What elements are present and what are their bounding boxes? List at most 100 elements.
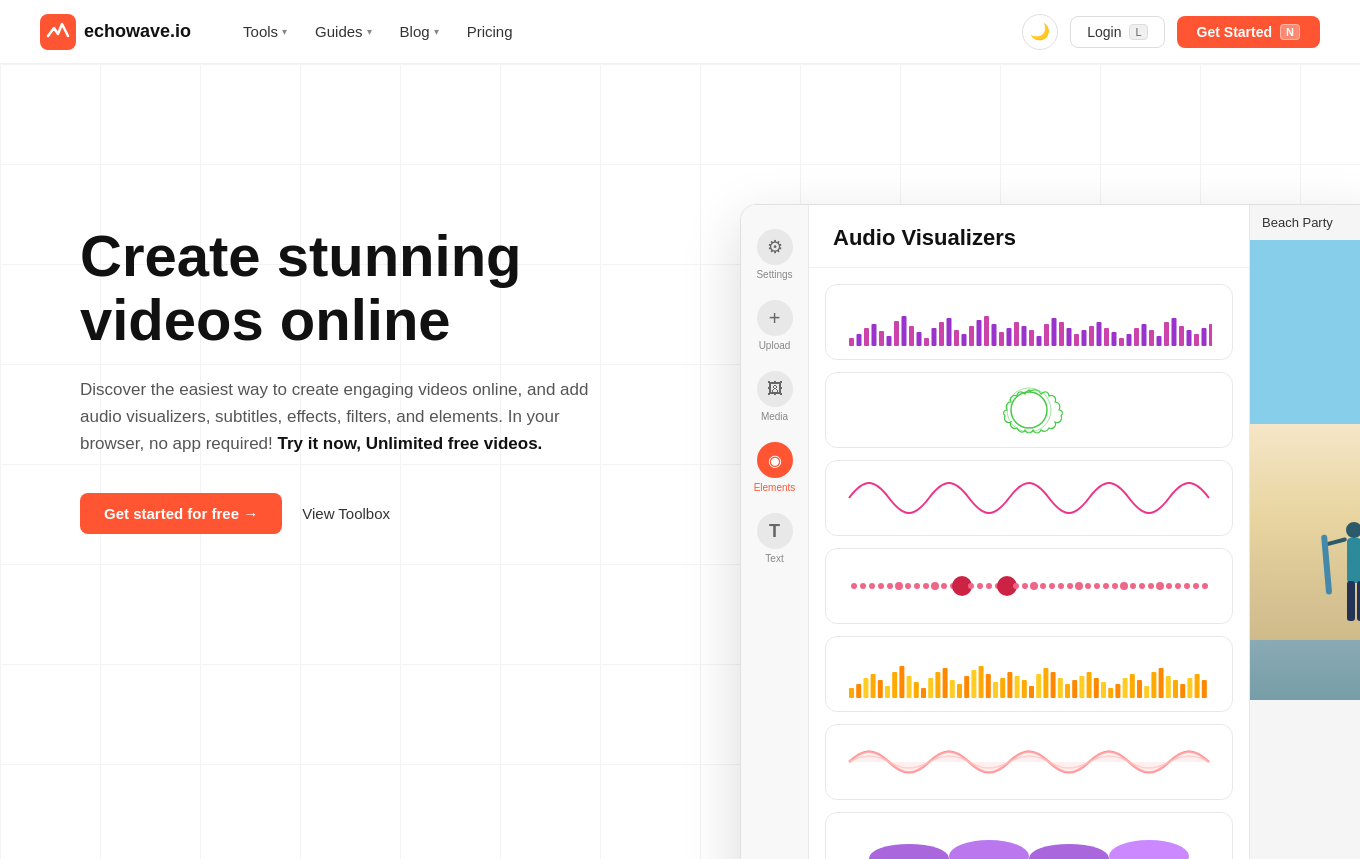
svg-rect-13 xyxy=(939,322,944,346)
svg-rect-11 xyxy=(924,338,929,346)
svg-point-54 xyxy=(860,583,866,589)
svg-point-86 xyxy=(1148,583,1154,589)
svg-rect-18 xyxy=(977,320,982,346)
svg-rect-28 xyxy=(1052,318,1057,346)
bar-visualizer-svg: (function(){ var heights = [8,12,18,22,1… xyxy=(846,298,1212,346)
sidebar-item-upload[interactable]: + Upload xyxy=(745,292,805,359)
panel-title: Audio Visualizers xyxy=(833,225,1225,251)
svg-rect-151 xyxy=(1347,581,1355,621)
svg-point-62 xyxy=(931,582,939,590)
svg-point-53 xyxy=(851,583,857,589)
svg-rect-49 xyxy=(1209,324,1212,346)
sidebar-item-settings[interactable]: ⚙ Settings xyxy=(745,221,805,288)
visualizer-circle-green[interactable] xyxy=(825,372,1233,448)
svg-rect-23 xyxy=(1014,322,1019,346)
svg-rect-115 xyxy=(1007,672,1012,698)
svg-rect-104 xyxy=(928,678,933,698)
svg-rect-46 xyxy=(1187,330,1192,346)
svg-point-85 xyxy=(1139,583,1145,589)
visualizer-bar-pink[interactable]: (function(){ var heights = [8,12,18,22,1… xyxy=(825,284,1233,360)
svg-point-79 xyxy=(1085,583,1091,589)
svg-rect-131 xyxy=(1123,678,1128,698)
visualizer-bumps-purple[interactable] xyxy=(825,812,1233,859)
nav-blog[interactable]: Blog ▾ xyxy=(388,17,451,46)
svg-rect-30 xyxy=(1067,328,1072,346)
upload-icon: + xyxy=(757,300,793,336)
svg-rect-4 xyxy=(872,324,877,346)
visualizer-sine-pink[interactable] xyxy=(825,460,1233,536)
svg-point-88 xyxy=(1166,583,1172,589)
svg-rect-93 xyxy=(849,688,854,698)
svg-rect-26 xyxy=(1037,336,1042,346)
circle-visualizer-svg xyxy=(846,386,1212,434)
svg-point-61 xyxy=(923,583,929,589)
svg-point-144 xyxy=(949,840,1029,859)
svg-rect-6 xyxy=(887,336,892,346)
nav-pricing[interactable]: Pricing xyxy=(455,17,525,46)
svg-rect-127 xyxy=(1094,678,1099,698)
sidebar-item-media[interactable]: 🖼 Media xyxy=(745,363,805,430)
svg-rect-31 xyxy=(1074,334,1079,346)
svg-rect-94 xyxy=(856,684,861,698)
view-toolbox-button[interactable]: View Toolbox xyxy=(302,505,390,522)
svg-rect-42 xyxy=(1157,336,1162,346)
svg-rect-20 xyxy=(992,324,997,346)
svg-rect-123 xyxy=(1065,684,1070,698)
svg-rect-29 xyxy=(1059,322,1064,346)
svg-rect-136 xyxy=(1159,668,1164,698)
svg-rect-44 xyxy=(1172,318,1177,346)
svg-point-56 xyxy=(878,583,884,589)
svg-rect-37 xyxy=(1119,338,1124,346)
svg-rect-141 xyxy=(1195,674,1200,698)
svg-rect-35 xyxy=(1104,328,1109,346)
get-started-free-button[interactable]: Get started for free → xyxy=(80,493,282,534)
nav-links: Tools ▾ Guides ▾ Blog ▾ Pricing xyxy=(231,17,1022,46)
svg-rect-108 xyxy=(957,684,962,698)
login-button[interactable]: Login L xyxy=(1070,16,1164,48)
svg-point-74 xyxy=(1040,583,1046,589)
visualizer-dots[interactable]: (function(){ var g = document.getElement… xyxy=(825,548,1233,624)
nav-tools[interactable]: Tools ▾ xyxy=(231,17,299,46)
beach-label: Beach Party xyxy=(1250,205,1360,240)
svg-rect-132 xyxy=(1130,674,1135,698)
svg-rect-137 xyxy=(1166,676,1171,698)
svg-rect-138 xyxy=(1173,680,1178,698)
visualizer-bar-orange[interactable]: (function(){ var heights = [10,14,20,24,… xyxy=(825,636,1233,712)
svg-rect-40 xyxy=(1142,324,1147,346)
svg-rect-96 xyxy=(871,674,876,698)
svg-rect-34 xyxy=(1097,322,1102,346)
panel-header: Audio Visualizers xyxy=(809,205,1249,268)
svg-point-72 xyxy=(1022,583,1028,589)
svg-rect-1 xyxy=(849,338,854,346)
sidebar-item-text[interactable]: T Text xyxy=(745,505,805,572)
visualizer-ribbon-pink[interactable] xyxy=(825,724,1233,800)
svg-rect-126 xyxy=(1087,672,1092,698)
page-content: Create stunning videos online Discover t… xyxy=(0,64,1360,859)
svg-point-58 xyxy=(895,582,903,590)
dots-visualizer-svg: (function(){ var g = document.getElement… xyxy=(846,562,1212,610)
svg-point-92 xyxy=(1202,583,1208,589)
svg-rect-22 xyxy=(1007,328,1012,346)
svg-rect-121 xyxy=(1051,672,1056,698)
svg-point-87 xyxy=(1156,582,1164,590)
svg-rect-117 xyxy=(1022,680,1027,698)
svg-point-66 xyxy=(968,583,974,589)
svg-rect-17 xyxy=(969,326,974,346)
logo[interactable]: echowave.io xyxy=(40,14,191,50)
svg-rect-43 xyxy=(1164,322,1169,346)
svg-rect-105 xyxy=(935,672,940,698)
svg-rect-95 xyxy=(863,678,868,698)
get-started-button[interactable]: Get Started N xyxy=(1177,16,1320,48)
svg-rect-133 xyxy=(1137,680,1142,698)
svg-rect-27 xyxy=(1044,324,1049,346)
svg-rect-24 xyxy=(1022,326,1027,346)
svg-rect-98 xyxy=(885,686,890,698)
ribbon-visualizer-svg xyxy=(846,738,1212,786)
sidebar-item-elements[interactable]: ◉ Elements xyxy=(745,434,805,501)
svg-rect-116 xyxy=(1015,676,1020,698)
dark-mode-toggle[interactable]: 🌙 xyxy=(1022,14,1058,50)
svg-point-89 xyxy=(1175,583,1181,589)
svg-rect-3 xyxy=(864,328,869,346)
nav-guides[interactable]: Guides ▾ xyxy=(303,17,384,46)
svg-rect-140 xyxy=(1187,678,1192,698)
